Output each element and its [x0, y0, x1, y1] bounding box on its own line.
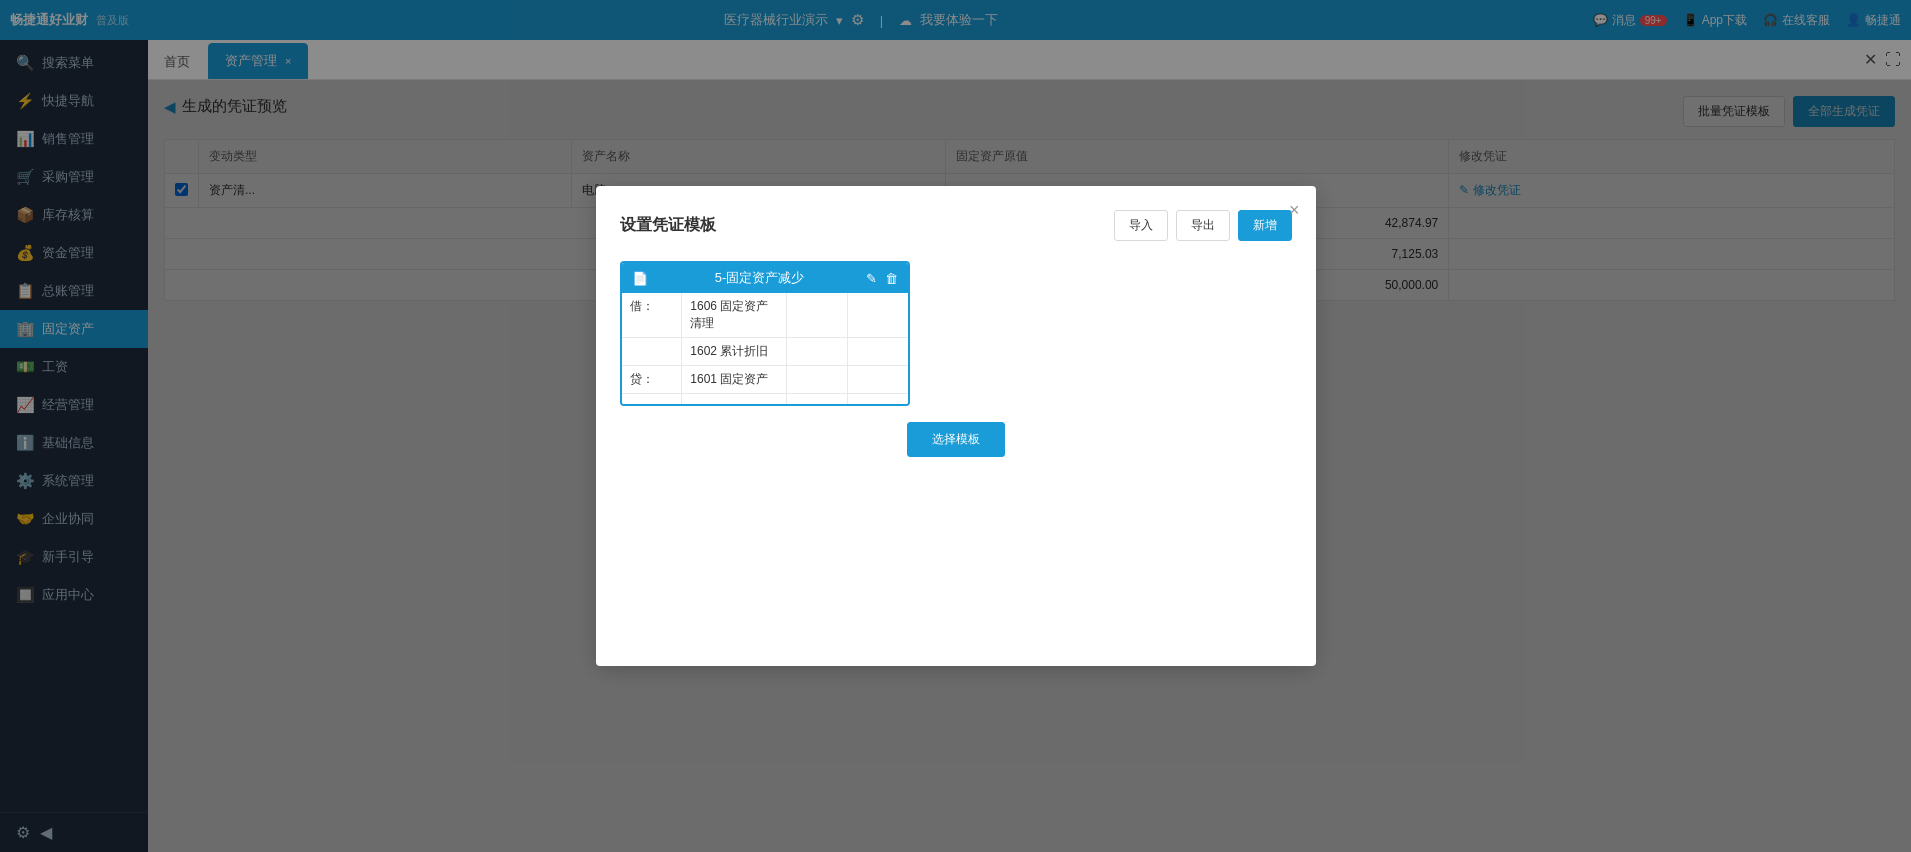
template-row-4 — [622, 394, 908, 404]
template-edit-btn[interactable]: ✎ — [866, 271, 877, 286]
template-doc-icon: 📄 — [632, 271, 648, 286]
template-cell-col3-3 — [787, 366, 848, 393]
template-cell-code-2: 1602 累计折旧 — [682, 338, 787, 365]
template-cell-code-1: 1606 固定资产清理 — [682, 293, 787, 337]
select-template-btn[interactable]: 选择模板 — [907, 422, 1005, 457]
modal-header: 设置凭证模板 导入 导出 新增 × — [620, 210, 1292, 241]
template-cell-side-1: 借： — [622, 293, 683, 337]
template-cell-col3-4 — [787, 394, 848, 404]
template-card: 📄 5-固定资产减少 ✎ 🗑 借： 1606 固定资产清理 1602 累计折旧 — [620, 261, 910, 406]
template-cell-col4-2 — [848, 338, 908, 365]
import-btn[interactable]: 导入 — [1114, 210, 1168, 241]
template-row-3: 贷： 1601 固定资产 — [622, 366, 908, 394]
template-card-header: 📄 5-固定资产减少 ✎ 🗑 — [622, 263, 908, 293]
template-cell-col4-3 — [848, 366, 908, 393]
modal-set-template: 设置凭证模板 导入 导出 新增 × 📄 5-固定资产减少 ✎ 🗑 借： — [596, 186, 1316, 666]
new-template-btn[interactable]: 新增 — [1238, 210, 1292, 241]
template-cell-col3-2 — [787, 338, 848, 365]
template-cell-side-4 — [622, 394, 683, 404]
template-cell-code-3: 1601 固定资产 — [682, 366, 787, 393]
modal-overlay: 设置凭证模板 导入 导出 新增 × 📄 5-固定资产减少 ✎ 🗑 借： — [0, 0, 1911, 852]
modal-title: 设置凭证模板 — [620, 215, 716, 236]
template-cell-side-3: 贷： — [622, 366, 683, 393]
template-cell-col4-4 — [848, 394, 908, 404]
template-card-header-actions: ✎ 🗑 — [866, 271, 898, 286]
template-cell-col3-1 — [787, 293, 848, 337]
template-cell-col4-1 — [848, 293, 908, 337]
select-template-area: 选择模板 — [620, 422, 1292, 457]
template-cell-code-4 — [682, 394, 787, 404]
export-btn[interactable]: 导出 — [1176, 210, 1230, 241]
template-title: 5-固定资产减少 — [715, 269, 805, 287]
template-cell-side-2 — [622, 338, 683, 365]
template-row-2: 1602 累计折旧 — [622, 338, 908, 366]
template-card-body: 借： 1606 固定资产清理 1602 累计折旧 贷： 1601 固定资产 — [622, 293, 908, 404]
modal-actions: 导入 导出 新增 — [1114, 210, 1292, 241]
modal-close-btn[interactable]: × — [1289, 200, 1300, 221]
template-delete-btn[interactable]: 🗑 — [885, 271, 898, 286]
template-row-1: 借： 1606 固定资产清理 — [622, 293, 908, 338]
